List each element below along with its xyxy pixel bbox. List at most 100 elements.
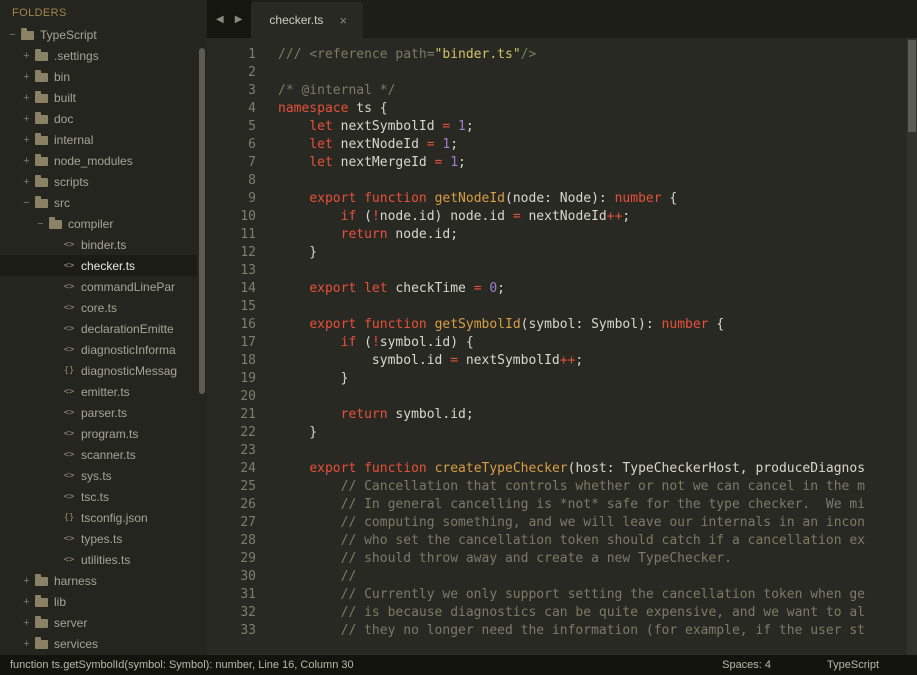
json-file-icon: {}	[63, 512, 75, 523]
line-number: 8	[248, 173, 256, 188]
tree-folder-.settings[interactable]: + .settings	[0, 45, 197, 66]
ts-file-icon: <>	[63, 554, 75, 565]
tree-file-diagnosticMessag[interactable]: {} diagnosticMessag	[0, 360, 197, 381]
tree-file-parser.ts[interactable]: <> parser.ts	[0, 402, 197, 423]
tree-item-label: tsconfig.json	[81, 510, 148, 525]
folder-icon	[35, 132, 48, 145]
status-syntax-setting[interactable]: TypeScript	[827, 659, 879, 671]
tree-file-emitter.ts[interactable]: <> emitter.ts	[0, 381, 197, 402]
line-number: 22	[240, 425, 256, 440]
tree-expander-icon[interactable]: +	[20, 71, 33, 83]
tree-expander-icon[interactable]: +	[20, 134, 33, 146]
line-number: 12	[240, 245, 256, 260]
tab-scroll-right-icon[interactable]: ▶	[231, 11, 247, 28]
line-number: 13	[240, 263, 256, 278]
tree-item-label: declarationEmitte	[81, 321, 174, 336]
tree-expander-icon[interactable]: +	[20, 638, 33, 650]
ts-file-icon: <>	[63, 239, 75, 250]
status-indent-setting[interactable]: Spaces: 4	[722, 659, 771, 671]
line-number: 19	[240, 371, 256, 386]
tree-file-checker.ts[interactable]: <> checker.ts	[0, 255, 197, 276]
tree-item-label: utilities.ts	[81, 552, 131, 567]
tree-expander-icon[interactable]: +	[20, 50, 33, 62]
tree-expander-icon[interactable]: −	[20, 197, 33, 209]
tab-close-icon[interactable]: ×	[339, 14, 347, 27]
tree-folder-compiler[interactable]: − compiler	[0, 213, 197, 234]
code-line: // should throw away and create a new Ty…	[340, 551, 732, 566]
code-line: //	[340, 569, 357, 584]
tree-folder-lib[interactable]: + lib	[0, 591, 197, 612]
tree-file-tsc.ts[interactable]: <> tsc.ts	[0, 486, 197, 507]
tree-folder-TypeScript[interactable]: − TypeScript	[0, 24, 197, 45]
tree-item-label: services	[54, 636, 99, 651]
tree-folder-src[interactable]: − src	[0, 192, 197, 213]
tree-folder-internal[interactable]: + internal	[0, 129, 197, 150]
tree-folder-bin[interactable]: + bin	[0, 66, 197, 87]
code-line: export function getSymbolId(symbol: Symb…	[309, 317, 725, 332]
line-number: 15	[240, 299, 256, 314]
tree-file-types.ts[interactable]: <> types.ts	[0, 528, 197, 549]
tree-folder-services[interactable]: + services	[0, 633, 197, 654]
tab-scroll-left-icon[interactable]: ◀	[212, 11, 228, 28]
tree-item-label: parser.ts	[81, 405, 128, 420]
tree-expander-icon[interactable]: +	[20, 155, 33, 167]
tree-file-utilities.ts[interactable]: <> utilities.ts	[0, 549, 197, 570]
folder-icon	[35, 573, 48, 586]
code-area[interactable]: /// <reference path="binder.ts"/> /* @int…	[269, 46, 917, 655]
folder-icon	[49, 216, 62, 229]
tree-file-commandLinePar[interactable]: <> commandLinePar	[0, 276, 197, 297]
tree-folder-server[interactable]: + server	[0, 612, 197, 633]
tree-item-label: sys.ts	[81, 468, 112, 483]
tree-folder-scripts[interactable]: + scripts	[0, 171, 197, 192]
line-number: 17	[240, 335, 256, 350]
code-line: if (!symbol.id) {	[340, 335, 474, 350]
line-number: 28	[240, 533, 256, 548]
line-number: 32	[240, 605, 256, 620]
tree-folder-node_modules[interactable]: + node_modules	[0, 150, 197, 171]
ts-file-icon: <>	[63, 344, 75, 355]
tree-expander-icon[interactable]: +	[20, 176, 33, 188]
tree-file-diagnosticInforma[interactable]: <> diagnosticInforma	[0, 339, 197, 360]
tab-checker-ts[interactable]: checker.ts ×	[251, 2, 364, 38]
line-number: 14	[240, 281, 256, 296]
tree-file-scanner.ts[interactable]: <> scanner.ts	[0, 444, 197, 465]
line-number: 16	[240, 317, 256, 332]
tree-file-tsconfig.json[interactable]: {} tsconfig.json	[0, 507, 197, 528]
tree-file-sys.ts[interactable]: <> sys.ts	[0, 465, 197, 486]
code-line: // In general cancelling is *not* safe f…	[340, 497, 866, 512]
code-line: // computing something, and we will leav…	[340, 515, 866, 530]
tree-folder-doc[interactable]: + doc	[0, 108, 197, 129]
tree-expander-icon[interactable]: −	[34, 218, 47, 230]
json-file-icon: {}	[63, 365, 75, 376]
code-line: return symbol.id;	[340, 407, 474, 422]
tree-file-binder.ts[interactable]: <> binder.ts	[0, 234, 197, 255]
editor-scrollbar-thumb[interactable]	[908, 40, 916, 132]
tree-expander-icon[interactable]: +	[20, 596, 33, 608]
tree-file-core.ts[interactable]: <> core.ts	[0, 297, 197, 318]
tree-item-label: tsc.ts	[81, 489, 110, 504]
editor-scrollbar[interactable]	[907, 38, 917, 655]
tree-file-declarationEmitte[interactable]: <> declarationEmitte	[0, 318, 197, 339]
ts-file-icon: <>	[63, 260, 75, 271]
tree-file-program.ts[interactable]: <> program.ts	[0, 423, 197, 444]
code-line: let nextNodeId = 1;	[309, 137, 459, 152]
tree-folder-built[interactable]: + built	[0, 87, 197, 108]
ts-file-icon: <>	[63, 533, 75, 544]
tree-expander-icon[interactable]: +	[20, 92, 33, 104]
code-line: // Currently we only support setting the…	[340, 587, 866, 602]
tree-folder-harness[interactable]: + harness	[0, 570, 197, 591]
tree-expander-icon[interactable]: +	[20, 617, 33, 629]
line-number: 1	[248, 47, 256, 62]
tree-item-label: program.ts	[81, 426, 139, 441]
tree-expander-icon[interactable]: −	[6, 29, 19, 41]
tree-expander-icon[interactable]: +	[20, 113, 33, 125]
tree-expander-icon[interactable]: +	[20, 575, 33, 587]
code-line: let nextSymbolId = 1;	[309, 119, 474, 134]
editor[interactable]: 1 2 3 4 5 6 7 8 9 10 11 12 13 14 15 16 17 18 19 20 21 22 23 24 2…	[207, 38, 917, 655]
sidebar-scrollbar[interactable]	[197, 0, 207, 655]
sidebar-scrollbar-thumb[interactable]	[199, 48, 205, 394]
line-number: 33	[240, 623, 256, 638]
folder-icon	[35, 153, 48, 166]
folder-icon	[35, 636, 48, 649]
